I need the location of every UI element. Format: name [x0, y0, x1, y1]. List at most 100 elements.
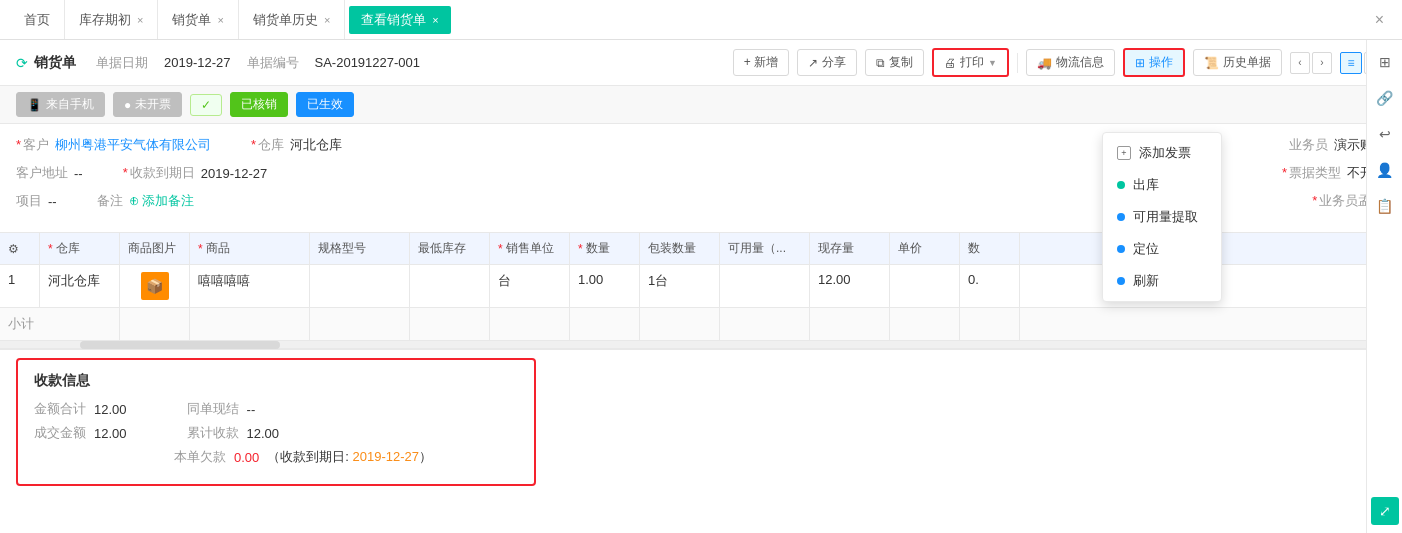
same-order-field: 同单现结 --	[187, 400, 256, 418]
print-button[interactable]: 🖨 打印 ▼	[932, 48, 1009, 77]
horizontal-scrollbar[interactable]	[0, 341, 1402, 349]
tab-view-close[interactable]: ×	[432, 14, 438, 26]
available-qty-item[interactable]: 可用量提取	[1103, 201, 1221, 233]
tab-home[interactable]: 首页	[10, 0, 65, 39]
share-icon: ↗	[808, 56, 818, 70]
logistics-icon: 🚚	[1037, 56, 1052, 70]
copy-button[interactable]: ⧉ 复制	[865, 49, 924, 76]
operation-button[interactable]: ⊞ 操作	[1123, 48, 1185, 77]
warehouse-value: 河北仓库	[290, 136, 342, 154]
note-field: 备注 ⊕ 添加备注	[97, 192, 195, 210]
no-label: 单据编号	[247, 54, 299, 72]
col-qty: *数量	[570, 233, 640, 264]
operation-icon: ⊞	[1135, 56, 1145, 70]
cumulative-label: 累计收款	[187, 424, 239, 442]
window-close-button[interactable]: ×	[1367, 11, 1392, 29]
col-price: 单价	[890, 233, 960, 264]
payment-date-value: 2019-12-27	[201, 166, 268, 181]
total-value: 12.00	[94, 402, 127, 417]
refresh-item[interactable]: 刷新	[1103, 265, 1221, 297]
sidebar-expand-icon[interactable]: ⤢	[1371, 497, 1399, 525]
row-image: 📦	[120, 265, 190, 307]
salesperson-label: 业务员	[1289, 136, 1328, 154]
toolbar: + 新增 ↗ 分享 ⧉ 复制 🖨 打印 ▼ 🚚 物流信息	[733, 48, 1386, 77]
refresh-dot	[1117, 277, 1125, 285]
from-phone-button[interactable]: 📱 来自手机	[16, 92, 105, 117]
total-field: 金额合计 12.00	[34, 400, 127, 418]
next-button[interactable]: ›	[1312, 52, 1332, 74]
tab-bar: 首页 库存期初 × 销货单 × 销货单历史 × 查看销货单 × ×	[0, 0, 1402, 40]
cumulative-value: 12.00	[247, 426, 280, 441]
row-unit: 台	[490, 265, 570, 307]
project-field: 项目 --	[16, 192, 57, 210]
print-icon: 🖨	[944, 56, 956, 70]
transaction-label: 成交金额	[34, 424, 86, 442]
row-min-stock	[410, 265, 490, 307]
address-value: --	[74, 166, 83, 181]
add-invoice-item[interactable]: + 添加发票	[1103, 137, 1221, 169]
col-stock: 现存量	[810, 233, 890, 264]
ticket-type-label: 票据类型	[1282, 164, 1341, 182]
col-available: 可用量（...	[720, 233, 810, 264]
tab-inventory-close[interactable]: ×	[137, 14, 143, 26]
share-button[interactable]: ↗ 分享	[797, 49, 857, 76]
warehouse-field: 仓库 河北仓库	[251, 136, 342, 154]
tab-sales-order[interactable]: 销货单 ×	[158, 0, 238, 39]
tab-view-sales[interactable]: 查看销货单 ×	[349, 6, 450, 34]
col-spec: 规格型号	[310, 233, 410, 264]
list-view-button[interactable]: ≡	[1340, 52, 1362, 74]
tab-view-label: 查看销货单	[361, 11, 426, 29]
available-qty-dot	[1117, 213, 1125, 221]
logistics-button[interactable]: 🚚 物流信息	[1026, 49, 1115, 76]
col-pack: 包装数量	[640, 233, 720, 264]
owe-value: 0.00	[234, 450, 259, 465]
history-button[interactable]: 📜 历史单据	[1193, 49, 1282, 76]
row-product: 嘻嘻嘻嘻	[190, 265, 310, 307]
date-value: 2019-12-27	[164, 55, 231, 70]
prev-button[interactable]: ‹	[1290, 52, 1310, 74]
col-warehouse: *仓库	[40, 233, 120, 264]
address-field: 客户地址 --	[16, 164, 83, 182]
sidebar-table-icon[interactable]: ⊞	[1371, 48, 1399, 76]
confirm-icon-area: ✓	[190, 94, 222, 116]
not-open-button[interactable]: ● 未开票	[113, 92, 182, 117]
locate-dot	[1117, 245, 1125, 253]
add-invoice-label: 添加发票	[1139, 144, 1191, 162]
effective-button[interactable]: 已生效	[296, 92, 354, 117]
tab-sales-close[interactable]: ×	[217, 14, 223, 26]
outbound-item[interactable]: 出库	[1103, 169, 1221, 201]
row-price	[890, 265, 960, 307]
confirmed-button[interactable]: 已核销	[230, 92, 288, 117]
payment-title: 收款信息	[34, 372, 518, 390]
table-subtotal: 小计	[0, 308, 1402, 341]
tab-sales-label: 销货单	[172, 11, 211, 29]
ticket-icon: ●	[124, 98, 131, 112]
new-button[interactable]: + 新增	[733, 49, 789, 76]
col-min-stock: 最低库存	[410, 233, 490, 264]
operation-dropdown: + 添加发票 出库 可用量提取 定位 刷新	[1102, 132, 1222, 302]
owe-note: （收款到期日: 2019-12-27）	[267, 448, 432, 466]
scroll-thumb[interactable]	[80, 341, 280, 349]
sidebar-return-icon[interactable]: ↩	[1371, 120, 1399, 148]
customer-value[interactable]: 柳州粤港平安气体有限公司	[55, 136, 211, 154]
note-add-btn[interactable]: ⊕ 添加备注	[129, 192, 195, 210]
same-order-value: --	[247, 402, 256, 417]
locate-item[interactable]: 定位	[1103, 233, 1221, 265]
total-label: 金额合计	[34, 400, 86, 418]
tab-history-label: 销货单历史	[253, 11, 318, 29]
doc-title: 销货单	[34, 54, 76, 72]
address-label: 客户地址	[16, 164, 68, 182]
doc-header: ⟳ 销货单 单据日期 2019-12-27 单据编号 SA-20191227-0…	[0, 40, 1402, 86]
sidebar-doc-icon[interactable]: 📋	[1371, 192, 1399, 220]
col-settings[interactable]: ⚙	[0, 233, 40, 264]
print-arrow: ▼	[988, 58, 997, 68]
sidebar-link-icon[interactable]: 🔗	[1371, 84, 1399, 112]
tab-sales-history[interactable]: 销货单历史 ×	[239, 0, 345, 39]
col-product: *商品	[190, 233, 310, 264]
tab-inventory-init[interactable]: 库存期初 ×	[65, 0, 158, 39]
payment-date-field: 收款到期日 2019-12-27	[123, 164, 268, 182]
right-sidebar: ⊞ 🔗 ↩ 👤 📋 ⤢	[1366, 40, 1402, 533]
doc-meta: 单据日期 2019-12-27 单据编号 SA-20191227-001	[96, 54, 420, 72]
tab-history-close[interactable]: ×	[324, 14, 330, 26]
sidebar-user-icon[interactable]: 👤	[1371, 156, 1399, 184]
